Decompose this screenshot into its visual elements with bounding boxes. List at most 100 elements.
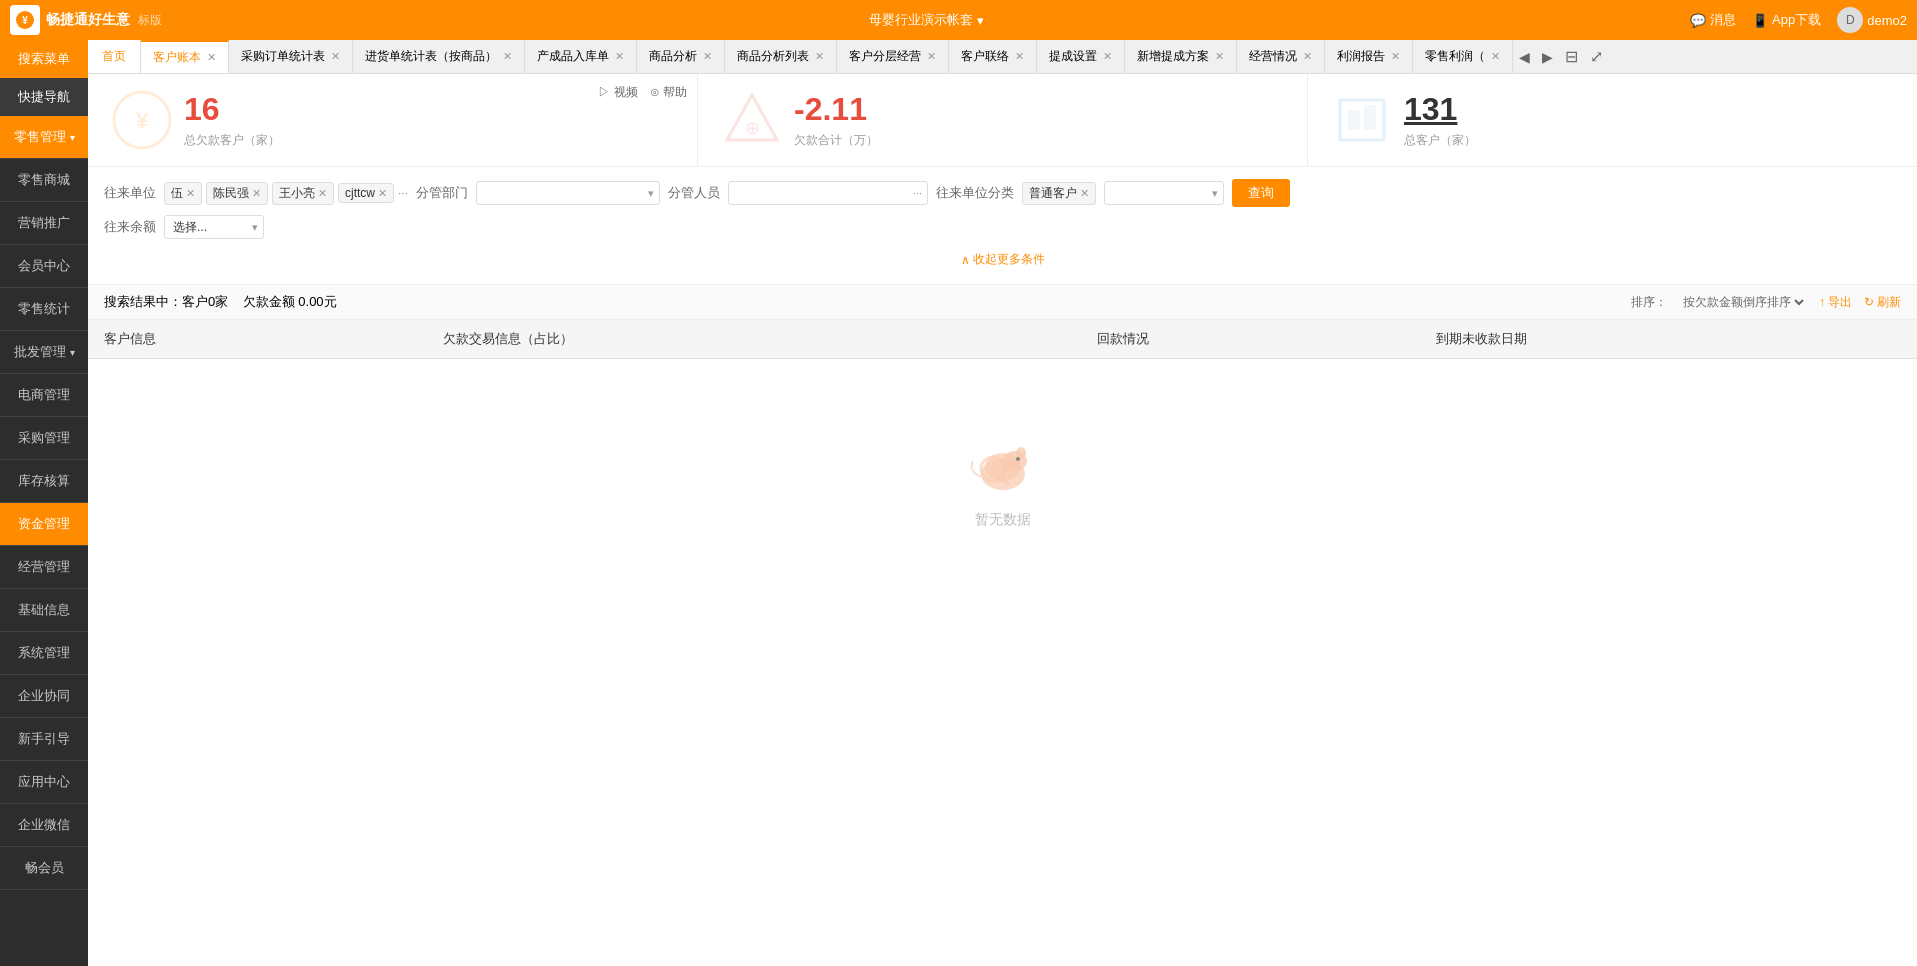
workspace-name: 母婴行业演示帐套: [869, 11, 973, 29]
sidebar-quick-nav[interactable]: 快捷导航: [0, 78, 88, 116]
sidebar-item-ecommerce[interactable]: 电商管理: [0, 374, 88, 417]
filter-person-input[interactable]: [728, 181, 928, 205]
tab-product-stock-in[interactable]: 产成品入库单 ✕: [525, 40, 637, 73]
tab-promote-settings[interactable]: 提成设置 ✕: [1037, 40, 1125, 73]
tab-customer-seg[interactable]: 客户分层经营 ✕: [837, 40, 949, 73]
sidebar-item-enterprise-wechat[interactable]: 企业微信: [0, 804, 88, 847]
sidebar-item-member-center[interactable]: 会员中心: [0, 245, 88, 288]
col-repayment: 回款情况: [1081, 320, 1420, 359]
filter-area: 往来单位 伍 ✕ 陈民强 ✕ 王小亮 ✕: [88, 167, 1917, 285]
tab-operations[interactable]: 经营情况 ✕: [1237, 40, 1325, 73]
tab-close-purchase-stats[interactable]: ✕: [503, 50, 512, 63]
stat-label-debt: 欠款合计（万）: [794, 132, 878, 149]
tab-close-profit[interactable]: ✕: [1391, 50, 1400, 63]
tab-customer-account[interactable]: 客户账本 ✕: [141, 40, 229, 73]
tab-label-customer-account: 客户账本: [153, 49, 201, 66]
collapse-btn[interactable]: ∧ 收起更多条件: [104, 247, 1901, 272]
tab-home[interactable]: 首页: [88, 40, 141, 73]
col-debt-info: 欠款交易信息（占比）: [427, 320, 1081, 359]
tab-new-promote-plan[interactable]: 新增提成方案 ✕: [1125, 40, 1237, 73]
filter-tag-category-remove[interactable]: ✕: [1080, 187, 1089, 200]
tab-product-analysis[interactable]: 商品分析 ✕: [637, 40, 725, 73]
top-bar: ¥ 畅捷通好生意 标版 母婴行业演示帐套 ▾ 💬 消息 📱 App下载 D de…: [0, 0, 1917, 40]
sidebar-item-operations[interactable]: 经营管理: [0, 546, 88, 589]
video-link[interactable]: ▷ 视频: [598, 84, 637, 101]
filter-tag-unit-1: 伍 ✕: [164, 182, 202, 205]
sidebar-item-purchase[interactable]: 采购管理: [0, 417, 88, 460]
tab-close-promote[interactable]: ✕: [1103, 50, 1112, 63]
sidebar-item-new-guide[interactable]: 新手引导: [0, 718, 88, 761]
tab-label-product-stock: 产成品入库单: [537, 48, 609, 65]
tab-customer-contact[interactable]: 客户联络 ✕: [949, 40, 1037, 73]
query-button[interactable]: 查询: [1232, 179, 1290, 207]
sidebar-item-retail-mall[interactable]: 零售商城: [0, 159, 88, 202]
tab-label-retail-profit: 零售利润（: [1425, 48, 1485, 65]
sort-select[interactable]: 按欠款金额倒序排序: [1679, 294, 1807, 310]
tab-close-product-stock[interactable]: ✕: [615, 50, 624, 63]
filter-dept-input[interactable]: [476, 181, 660, 205]
tab-close-customer-account[interactable]: ✕: [207, 51, 216, 64]
stat-value-total: 131: [1404, 91, 1476, 128]
sidebar-item-vip[interactable]: 畅会员: [0, 847, 88, 890]
export-btn[interactable]: ↑ 导出: [1819, 294, 1852, 311]
sidebar-item-retail-mgmt[interactable]: 零售管理 ▾: [0, 116, 88, 159]
refresh-icon: ↻: [1864, 295, 1874, 309]
workspace-selector[interactable]: 母婴行业演示帐套 ▾: [869, 11, 984, 29]
tab-maximize-btn[interactable]: ⤢: [1584, 40, 1609, 73]
tab-close-analysis-list[interactable]: ✕: [815, 50, 824, 63]
svg-point-13: [1016, 457, 1020, 461]
tab-purchase-stats-product[interactable]: 进货单统计表（按商品） ✕: [353, 40, 525, 73]
tab-close-customer-seg[interactable]: ✕: [927, 50, 936, 63]
tab-close-new-promote[interactable]: ✕: [1215, 50, 1224, 63]
empty-state: 暂无数据: [88, 359, 1917, 589]
tab-close-purchase-order[interactable]: ✕: [331, 50, 340, 63]
tab-next-btn[interactable]: ▶: [1536, 40, 1559, 73]
top-bar-left: ¥ 畅捷通好生意 标版: [10, 5, 162, 35]
refresh-btn[interactable]: ↻ 刷新: [1864, 294, 1901, 311]
tab-close-operations[interactable]: ✕: [1303, 50, 1312, 63]
svg-text:¥: ¥: [136, 108, 149, 133]
filter-tags-more[interactable]: ···: [398, 186, 408, 200]
tab-label-profit-report: 利润报告: [1337, 48, 1385, 65]
sidebar-item-finance[interactable]: 资金管理: [0, 503, 88, 546]
search-result-text: 搜索结果中：客户0家 欠款金额 0.00元: [104, 293, 337, 311]
export-label: 导出: [1828, 294, 1852, 311]
filter-label-balance: 往来余额: [104, 218, 156, 236]
tab-profit-report[interactable]: 利润报告 ✕: [1325, 40, 1413, 73]
user-menu[interactable]: D demo2: [1837, 7, 1907, 33]
tab-close-product-analysis[interactable]: ✕: [703, 50, 712, 63]
filter-tag-category-label: 普通客户: [1029, 185, 1077, 202]
subtitle: 标版: [138, 12, 162, 29]
sidebar-item-system[interactable]: 系统管理: [0, 632, 88, 675]
filter-balance-wrap: 选择...: [164, 215, 264, 239]
sidebar-item-inventory[interactable]: 库存核算: [0, 460, 88, 503]
help-link[interactable]: ⊙ 帮助: [650, 84, 687, 101]
stat-card-customers: ¥ 16 总欠款客户（家） ▷ 视频 ⊙ 帮助: [88, 74, 698, 166]
filter-tag-remove-3[interactable]: ✕: [318, 187, 327, 200]
refresh-label: 刷新: [1877, 294, 1901, 311]
tab-more-btn[interactable]: ⊟: [1559, 40, 1584, 73]
tab-product-analysis-list[interactable]: 商品分析列表 ✕: [725, 40, 837, 73]
filter-tag-remove-2[interactable]: ✕: [252, 187, 261, 200]
tab-close-customer-contact[interactable]: ✕: [1015, 50, 1024, 63]
stat-card-total: 131 总客户（家）: [1308, 74, 1917, 166]
tab-retail-profit[interactable]: 零售利润（ ✕: [1413, 40, 1513, 73]
filter-row-1: 往来单位 伍 ✕ 陈民强 ✕ 王小亮 ✕: [104, 179, 1901, 207]
filter-tag-remove-1[interactable]: ✕: [186, 187, 195, 200]
sidebar-item-retail-stats[interactable]: 零售统计: [0, 288, 88, 331]
sidebar-item-app-center[interactable]: 应用中心: [0, 761, 88, 804]
app-download-btn[interactable]: 📱 App下载: [1752, 11, 1821, 29]
tab-purchase-order-stats[interactable]: 采购订单统计表 ✕: [229, 40, 353, 73]
message-btn[interactable]: 💬 消息: [1690, 11, 1736, 29]
filter-balance-select[interactable]: 选择...: [164, 215, 264, 239]
sidebar-item-enterprise-coop[interactable]: 企业协同: [0, 675, 88, 718]
logo-area: ¥ 畅捷通好生意: [10, 5, 130, 35]
sidebar-item-wholesale-mgmt[interactable]: 批发管理 ▾: [0, 331, 88, 374]
sidebar-search[interactable]: 搜索菜单: [0, 40, 88, 78]
filter-category-select[interactable]: [1104, 181, 1224, 205]
filter-tag-remove-4[interactable]: ✕: [378, 187, 387, 200]
sidebar-item-marketing[interactable]: 营销推广: [0, 202, 88, 245]
tab-prev-btn[interactable]: ◀: [1513, 40, 1536, 73]
tab-close-retail-profit[interactable]: ✕: [1491, 50, 1500, 63]
sidebar-item-basic-info[interactable]: 基础信息: [0, 589, 88, 632]
